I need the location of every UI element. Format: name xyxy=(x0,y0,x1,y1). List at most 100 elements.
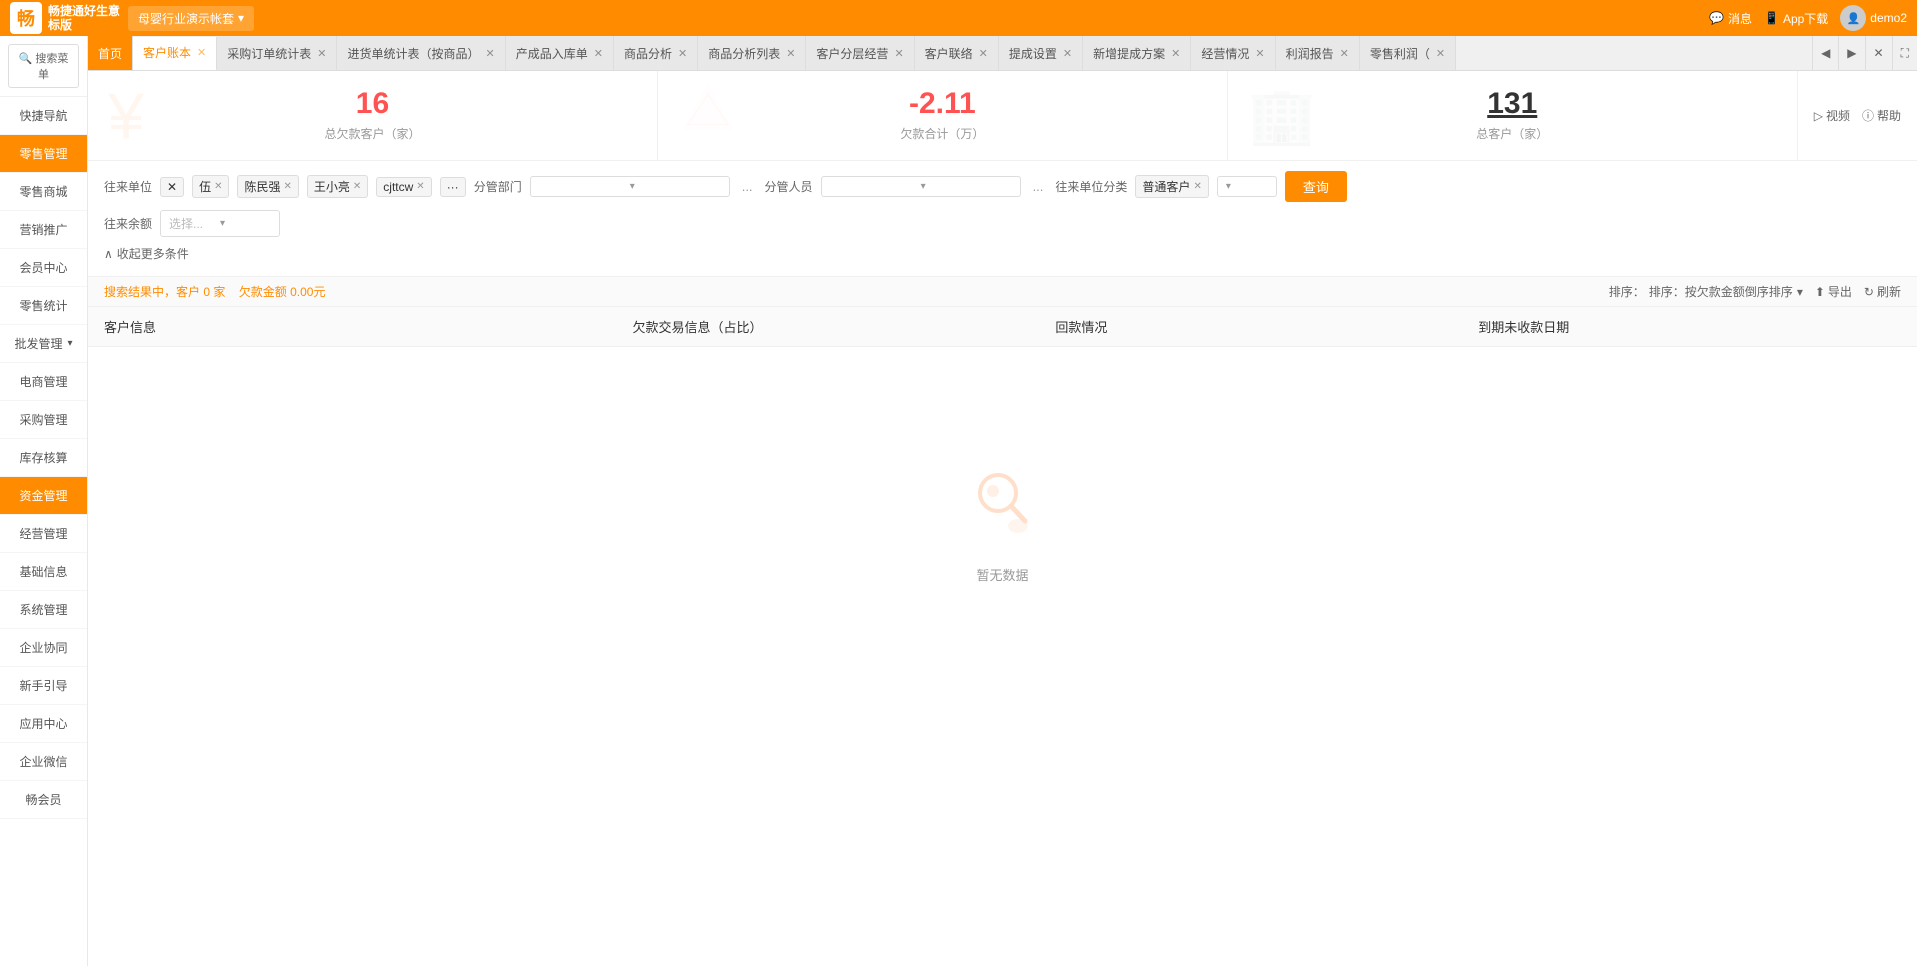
filter-tag-unit-x[interactable]: ✕ xyxy=(160,177,184,197)
close-icon[interactable]: ✕ xyxy=(1255,47,1264,60)
sidebar-item-operation-mgmt[interactable]: 经营管理 xyxy=(0,515,87,553)
department-select[interactable]: ▾ xyxy=(530,176,730,197)
filter-tag-unit-wu[interactable]: 伍 ✕ xyxy=(192,175,229,198)
tab-product-analysis-list[interactable]: 商品分析列表 ✕ xyxy=(698,36,806,70)
chevron-down-icon: ▾ xyxy=(921,181,1012,192)
tab-product-inbound[interactable]: 产成品入库单 ✕ xyxy=(506,36,614,70)
sidebar-item-app-center[interactable]: 应用中心 xyxy=(0,705,87,743)
export-icon: ⬆ xyxy=(1815,285,1825,299)
tab-customer-segment[interactable]: 客户分层经营 ✕ xyxy=(806,36,914,70)
sort-selector[interactable]: 排序： 排序：按欠款金额倒序排序 ▾ xyxy=(1609,283,1803,300)
user-avatar[interactable]: 👤 demo2 xyxy=(1840,5,1907,31)
close-icon[interactable]: ✕ xyxy=(786,47,795,60)
sidebar-item-new-guide[interactable]: 新手引导 xyxy=(0,667,87,705)
filter-tag-more[interactable]: ··· xyxy=(440,177,466,197)
tag-close-icon[interactable]: ✕ xyxy=(1193,181,1201,192)
tab-purchase-stats[interactable]: 采购订单统计表 ✕ xyxy=(217,36,337,70)
sidebar-item-finance[interactable]: 资金管理 xyxy=(0,477,87,515)
tab-maximize[interactable]: ⛶ xyxy=(1892,36,1917,70)
sidebar-item-wholesale[interactable]: 批发管理 ▾ xyxy=(0,325,87,363)
tab-scroll-left[interactable]: ◀ xyxy=(1812,36,1838,70)
collapse-button[interactable]: ∧ 收起更多条件 xyxy=(104,245,1901,262)
sidebar-item-retail[interactable]: 零售管理 xyxy=(0,135,87,173)
tab-close-all[interactable]: ✕ xyxy=(1865,36,1892,70)
tag-close-icon[interactable]: ✕ xyxy=(284,181,292,192)
filter-tag-category[interactable]: 普通客户 ✕ xyxy=(1135,175,1208,198)
sidebar-item-basic-info[interactable]: 基础信息 xyxy=(0,553,87,591)
tab-home[interactable]: 首页 xyxy=(88,36,133,70)
filter-tag-unit-cjttcw[interactable]: cjttcw ✕ xyxy=(376,177,431,197)
close-icon[interactable]: ✕ xyxy=(594,47,603,60)
query-button[interactable]: 查询 xyxy=(1285,171,1347,202)
unit-label: 往来单位 xyxy=(104,178,152,195)
chevron-down-icon: ▾ xyxy=(1797,285,1803,299)
sidebar-item-purchase[interactable]: 采购管理 xyxy=(0,401,87,439)
refresh-button[interactable]: ↻ 刷新 xyxy=(1864,283,1901,300)
tab-scroll-right[interactable]: ▶ xyxy=(1838,36,1864,70)
sidebar-item-member[interactable]: 会员中心 xyxy=(0,249,87,287)
content-area: 首页 客户账本 ✕ 采购订单统计表 ✕ 进货单统计表（按商品） ✕ 产成品入库单… xyxy=(88,36,1917,966)
tab-inbound-stats[interactable]: 进货单统计表（按商品） ✕ xyxy=(337,36,505,70)
help-button[interactable]: ⓘ 帮助 xyxy=(1862,107,1901,124)
tab-profit-report[interactable]: 利润报告 ✕ xyxy=(1276,36,1360,70)
tag-close-icon[interactable]: ✕ xyxy=(353,181,361,192)
sidebar-item-retail-mall[interactable]: 零售商城 xyxy=(0,173,87,211)
close-icon[interactable]: ✕ xyxy=(979,47,988,60)
tab-promotion-settings[interactable]: 提成设置 ✕ xyxy=(999,36,1083,70)
tab-product-analysis[interactable]: 商品分析 ✕ xyxy=(614,36,698,70)
sidebar-item-quick-nav[interactable]: 快捷导航 xyxy=(0,97,87,135)
close-icon[interactable]: ✕ xyxy=(894,47,903,60)
tab-bar: 首页 客户账本 ✕ 采购订单统计表 ✕ 进货单统计表（按商品） ✕ 产成品入库单… xyxy=(88,36,1917,71)
sidebar-item-ecommerce[interactable]: 电商管理 xyxy=(0,363,87,401)
sidebar-item-vip-member[interactable]: 畅会员 xyxy=(0,781,87,819)
table-col-repay: 回款情况 xyxy=(1055,317,1478,336)
top-bar-left: 畅 畅捷通好生意 标版 母婴行业演示帐套 ▾ xyxy=(10,2,254,34)
logo-area: 畅 畅捷通好生意 标版 xyxy=(10,2,120,34)
close-icon[interactable]: ✕ xyxy=(1436,47,1445,60)
department-more-options[interactable]: ... xyxy=(738,177,757,196)
sidebar-search-area: 🔍 搜索菜单 xyxy=(0,36,87,97)
filter-tag-unit-chen[interactable]: 陈民强 ✕ xyxy=(237,175,298,198)
stat-total-customers: ¥ 16 总欠款客户（家） xyxy=(88,71,658,160)
balance-select[interactable]: 选择... ▾ xyxy=(160,210,280,237)
person-more-options[interactable]: ... xyxy=(1029,177,1048,196)
page-actions: ▷ 视频 ⓘ 帮助 xyxy=(1798,71,1917,160)
person-select[interactable]: ▾ xyxy=(821,176,1021,197)
close-icon[interactable]: ✕ xyxy=(1171,47,1180,60)
tab-customer-accounts[interactable]: 客户账本 ✕ xyxy=(133,37,217,71)
sidebar-item-retail-stats[interactable]: 零售统计 xyxy=(0,287,87,325)
sidebar-item-sys-mgmt[interactable]: 系统管理 xyxy=(0,591,87,629)
close-icon[interactable]: ✕ xyxy=(317,47,326,60)
sidebar-item-inventory[interactable]: 库存核算 xyxy=(0,439,87,477)
stat-bg-icon: ¥ xyxy=(108,78,144,153)
category-select[interactable]: ▾ xyxy=(1217,176,1277,197)
tab-operation-status[interactable]: 经营情况 ✕ xyxy=(1191,36,1275,70)
sidebar-item-enterprise-wechat[interactable]: 企业微信 xyxy=(0,743,87,781)
close-icon[interactable]: ✕ xyxy=(678,47,687,60)
app-download-button[interactable]: 📱 App下载 xyxy=(1764,10,1828,27)
tab-retail-profit[interactable]: 零售利润（ ✕ xyxy=(1360,36,1456,70)
empty-state: 暂无数据 xyxy=(943,401,1063,644)
export-button[interactable]: ⬆ 导出 xyxy=(1815,283,1852,300)
close-icon[interactable]: ✕ xyxy=(1063,47,1072,60)
tag-close-icon[interactable]: ✕ xyxy=(416,181,424,192)
balance-label: 往来余额 xyxy=(104,215,152,232)
search-icon: 🔍 xyxy=(19,53,33,65)
close-icon[interactable]: ✕ xyxy=(1340,47,1349,60)
tab-new-promotion-plan[interactable]: 新增提成方案 ✕ xyxy=(1083,36,1191,70)
tab-customer-contact[interactable]: 客户联络 ✕ xyxy=(915,36,999,70)
stat-total-clients: 🏢 131 总客户（家） xyxy=(1228,71,1798,160)
video-button[interactable]: ▷ 视频 xyxy=(1814,107,1850,124)
sidebar-item-enterprise-collab[interactable]: 企业协同 xyxy=(0,629,87,667)
sidebar-item-marketing[interactable]: 营销推广 xyxy=(0,211,87,249)
search-menu-button[interactable]: 🔍 搜索菜单 xyxy=(8,44,79,88)
message-button[interactable]: 💬 消息 xyxy=(1709,10,1752,27)
tag-close-icon[interactable]: ✕ xyxy=(214,181,222,192)
stat-value-debt: -2.11 xyxy=(909,89,976,119)
department-label: 分管部门 xyxy=(474,178,522,195)
avatar: 👤 xyxy=(1840,5,1866,31)
close-icon[interactable]: ✕ xyxy=(197,46,206,59)
filter-tag-unit-wang[interactable]: 王小亮 ✕ xyxy=(307,175,368,198)
close-icon[interactable]: ✕ xyxy=(486,47,495,60)
account-dropdown[interactable]: 母婴行业演示帐套 ▾ xyxy=(128,6,254,31)
